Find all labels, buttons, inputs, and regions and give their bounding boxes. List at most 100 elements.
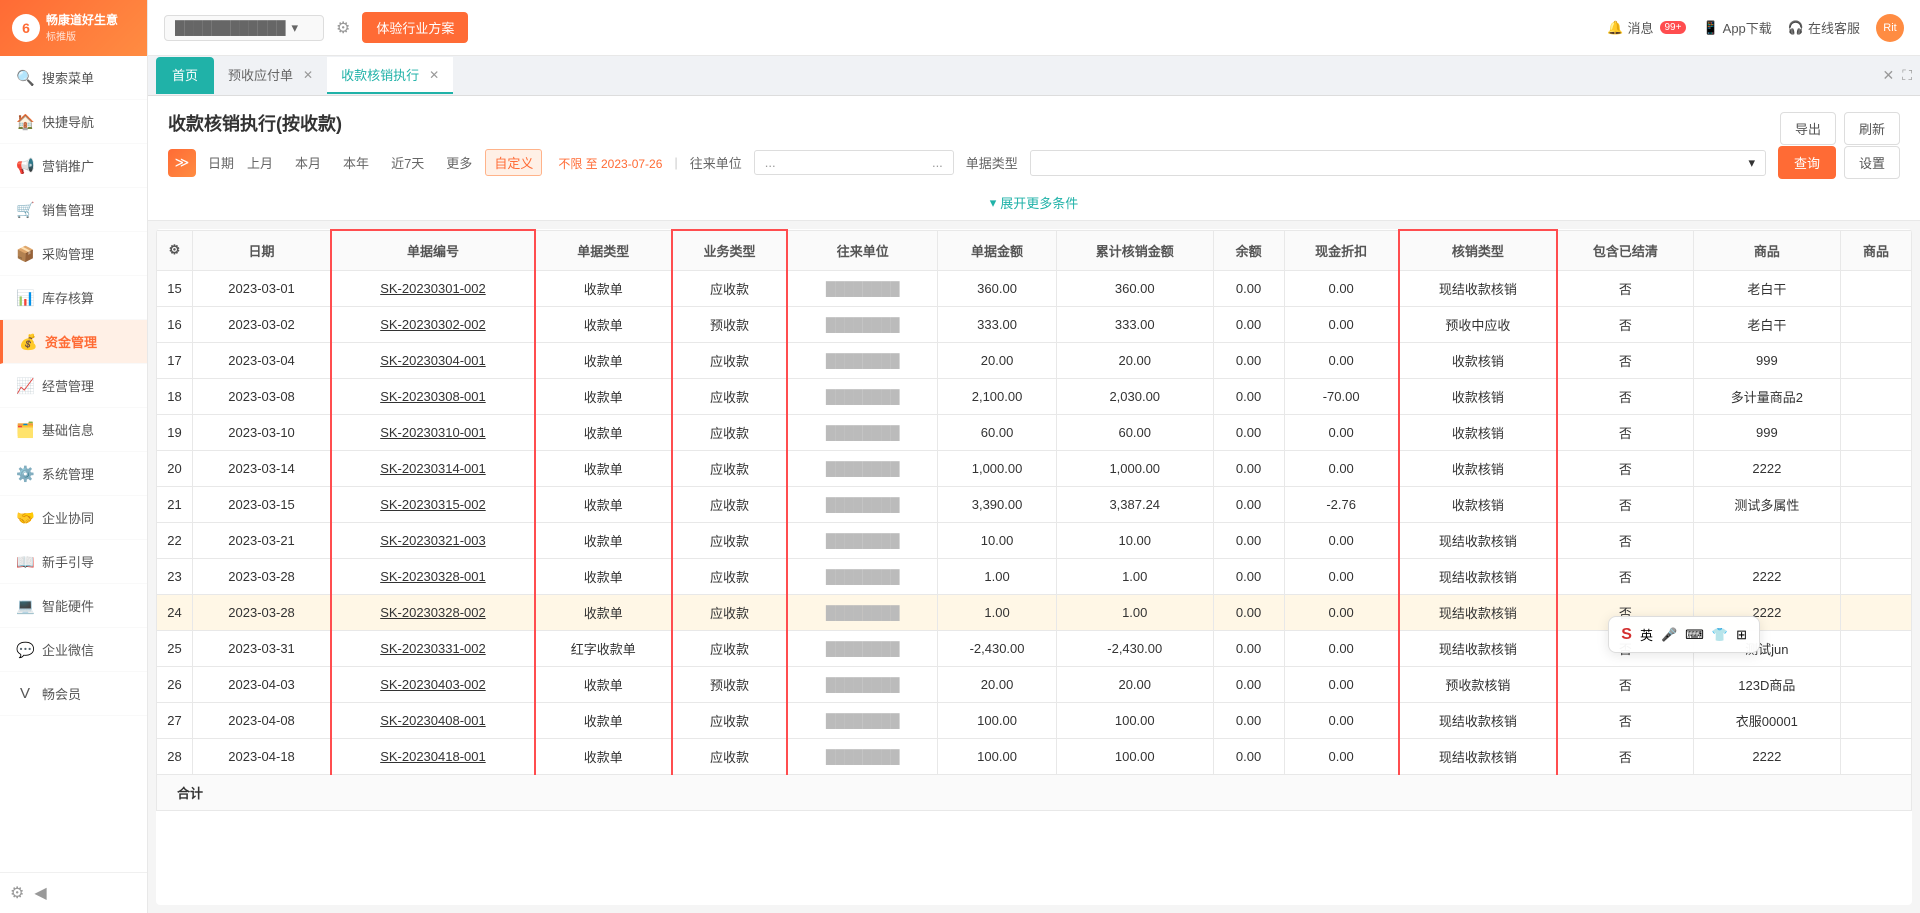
sidebar-item-marketing[interactable]: 📢 营销推广	[0, 144, 147, 188]
cell-billno[interactable]: SK-20230308-001	[331, 379, 535, 415]
home-icon: 🏠	[16, 113, 34, 131]
tab-prepay-close[interactable]: ✕	[303, 68, 313, 82]
cell-billno[interactable]: SK-20230328-001	[331, 559, 535, 595]
cell-goods2	[1840, 343, 1911, 379]
filter-expand-button[interactable]: ≫	[168, 149, 196, 177]
cell-billno[interactable]: SK-20230418-001	[331, 739, 535, 775]
weixin-icon: 💬	[16, 641, 34, 659]
notification-btn[interactable]: 🔔 消息 99+	[1607, 18, 1686, 37]
cell-discount: 0.00	[1284, 559, 1399, 595]
date-btn-lastmonth[interactable]: 上月	[238, 149, 282, 176]
col-writetype-header: 核销类型	[1399, 230, 1557, 271]
sidebar-item-weixin[interactable]: 💬 企业微信	[0, 628, 147, 672]
cell-amount: 333.00	[938, 307, 1057, 343]
cell-writetype: 现结收款核销	[1399, 631, 1557, 667]
cell-unit: ████████	[787, 487, 937, 523]
type-select[interactable]: ▾	[1030, 150, 1766, 176]
online-service-btn[interactable]: 🎧 在线客服	[1788, 18, 1860, 37]
cell-unit: ████████	[787, 307, 937, 343]
cell-billno[interactable]: SK-20230310-001	[331, 415, 535, 451]
maximize-icon[interactable]: ⛶	[1902, 67, 1912, 84]
sidebar-item-hardware[interactable]: 💻 智能硬件	[0, 584, 147, 628]
cell-goods: 老白干	[1693, 271, 1840, 307]
close-all-icon[interactable]: ✕	[1882, 67, 1894, 84]
chevron-down-icon: ▾	[990, 195, 997, 211]
query-button[interactable]: 查询	[1778, 146, 1836, 179]
unit-input[interactable]: ... ...	[754, 150, 954, 175]
tab-writeoff[interactable]: 收款核销执行 ✕	[327, 57, 453, 94]
cell-discount: 0.00	[1284, 523, 1399, 559]
refresh-button[interactable]: 刷新	[1844, 112, 1900, 145]
cell-billno[interactable]: SK-20230301-002	[331, 271, 535, 307]
cell-no: 18	[157, 379, 193, 415]
export-button[interactable]: 导出	[1780, 112, 1836, 145]
popup-text1[interactable]: 英	[1640, 625, 1653, 644]
cell-biztype: 应收款	[672, 415, 788, 451]
cell-biztype: 应收款	[672, 523, 788, 559]
logo-subtitle: 标推版	[46, 28, 118, 43]
cell-billno[interactable]: SK-20230408-001	[331, 703, 535, 739]
tab-prepay[interactable]: 预收应付单 ✕	[214, 57, 327, 94]
sidebar-item-search[interactable]: 🔍 搜索菜单	[0, 56, 147, 100]
sidebar-item-quicknav[interactable]: 🏠 快捷导航	[0, 100, 147, 144]
solution-button[interactable]: 体验行业方案	[362, 12, 468, 43]
cell-biztype: 应收款	[672, 595, 788, 631]
sidebar-item-sales[interactable]: 🛒 销售管理	[0, 188, 147, 232]
cell-biztype: 应收款	[672, 559, 788, 595]
cell-goods2	[1840, 379, 1911, 415]
topbar: ████████████ ▾ ⚙ 体验行业方案 🔔 消息 99+ 📱 App下载…	[148, 0, 1920, 56]
sidebar-item-purchase[interactable]: 📦 采购管理	[0, 232, 147, 276]
hardware-icon: 💻	[16, 597, 34, 615]
setting-button[interactable]: 设置	[1844, 146, 1900, 179]
col-settings-header[interactable]: ⚙	[157, 230, 193, 271]
cell-date: 2023-04-18	[193, 739, 332, 775]
sidebar-item-system[interactable]: ⚙️ 系统管理	[0, 452, 147, 496]
date-btn-thisyear[interactable]: 本年	[334, 149, 378, 176]
mic-icon[interactable]: 🎤	[1661, 627, 1677, 643]
sidebar-item-operations[interactable]: 📈 经营管理	[0, 364, 147, 408]
sidebar-item-inventory[interactable]: 📊 库存核算	[0, 276, 147, 320]
cell-no: 16	[157, 307, 193, 343]
cell-billno[interactable]: SK-20230304-001	[331, 343, 535, 379]
cell-billno[interactable]: SK-20230331-002	[331, 631, 535, 667]
expand-more-row: ▾ 展开更多条件	[168, 189, 1900, 220]
logo-title: 畅康道好生意	[46, 13, 118, 29]
keyboard-icon[interactable]: ⌨	[1685, 627, 1704, 643]
expand-more-label: 展开更多条件	[1000, 193, 1078, 212]
col-goods2-header: 商品	[1840, 230, 1911, 271]
col-included-header: 包含已结清	[1557, 230, 1693, 271]
date-btn-custom[interactable]: 自定义	[485, 149, 542, 176]
settings-btn[interactable]: ⚙	[10, 883, 24, 903]
table-row: 16 2023-03-02 SK-20230302-002 收款单 预收款 ██…	[157, 307, 1912, 343]
cell-accum: 20.00	[1056, 667, 1213, 703]
topbar-select[interactable]: ████████████ ▾	[164, 15, 324, 41]
date-btn-thismonth[interactable]: 本月	[286, 149, 330, 176]
cell-balance: 0.00	[1213, 667, 1284, 703]
collapse-btn[interactable]: ◀	[34, 883, 46, 903]
sidebar-item-guide[interactable]: 📖 新手引导	[0, 540, 147, 584]
tab-home[interactable]: 首页	[156, 57, 214, 94]
cell-billno[interactable]: SK-20230321-003	[331, 523, 535, 559]
grid-icon[interactable]: ⊞	[1736, 627, 1747, 643]
expand-more-button[interactable]: ▾ 展开更多条件	[990, 193, 1079, 212]
cell-billno[interactable]: SK-20230302-002	[331, 307, 535, 343]
user-avatar[interactable]: Rit	[1876, 14, 1904, 42]
cell-included: 否	[1557, 523, 1693, 559]
sidebar-item-finance[interactable]: 💰 资金管理	[0, 320, 147, 364]
sidebar-item-collab[interactable]: 🤝 企业协同	[0, 496, 147, 540]
tab-writeoff-close[interactable]: ✕	[429, 68, 439, 82]
date-label: 日期	[208, 153, 234, 172]
app-download-btn[interactable]: 📱 App下载	[1702, 18, 1771, 37]
cell-no: 24	[157, 595, 193, 631]
sidebar-item-base[interactable]: 🗂️ 基础信息	[0, 408, 147, 452]
sidebar-item-member[interactable]: V 畅会员	[0, 672, 147, 716]
gear-icon[interactable]: ⚙	[336, 18, 350, 38]
cell-billno[interactable]: SK-20230315-002	[331, 487, 535, 523]
date-btn-7days[interactable]: 近7天	[382, 149, 433, 176]
type-label: 单据类型	[966, 153, 1018, 172]
table-row: 19 2023-03-10 SK-20230310-001 收款单 应收款 ██…	[157, 415, 1912, 451]
cell-billno[interactable]: SK-20230328-002	[331, 595, 535, 631]
cell-billno[interactable]: SK-20230314-001	[331, 451, 535, 487]
date-btn-more[interactable]: 更多	[437, 149, 481, 176]
cell-billno[interactable]: SK-20230403-002	[331, 667, 535, 703]
